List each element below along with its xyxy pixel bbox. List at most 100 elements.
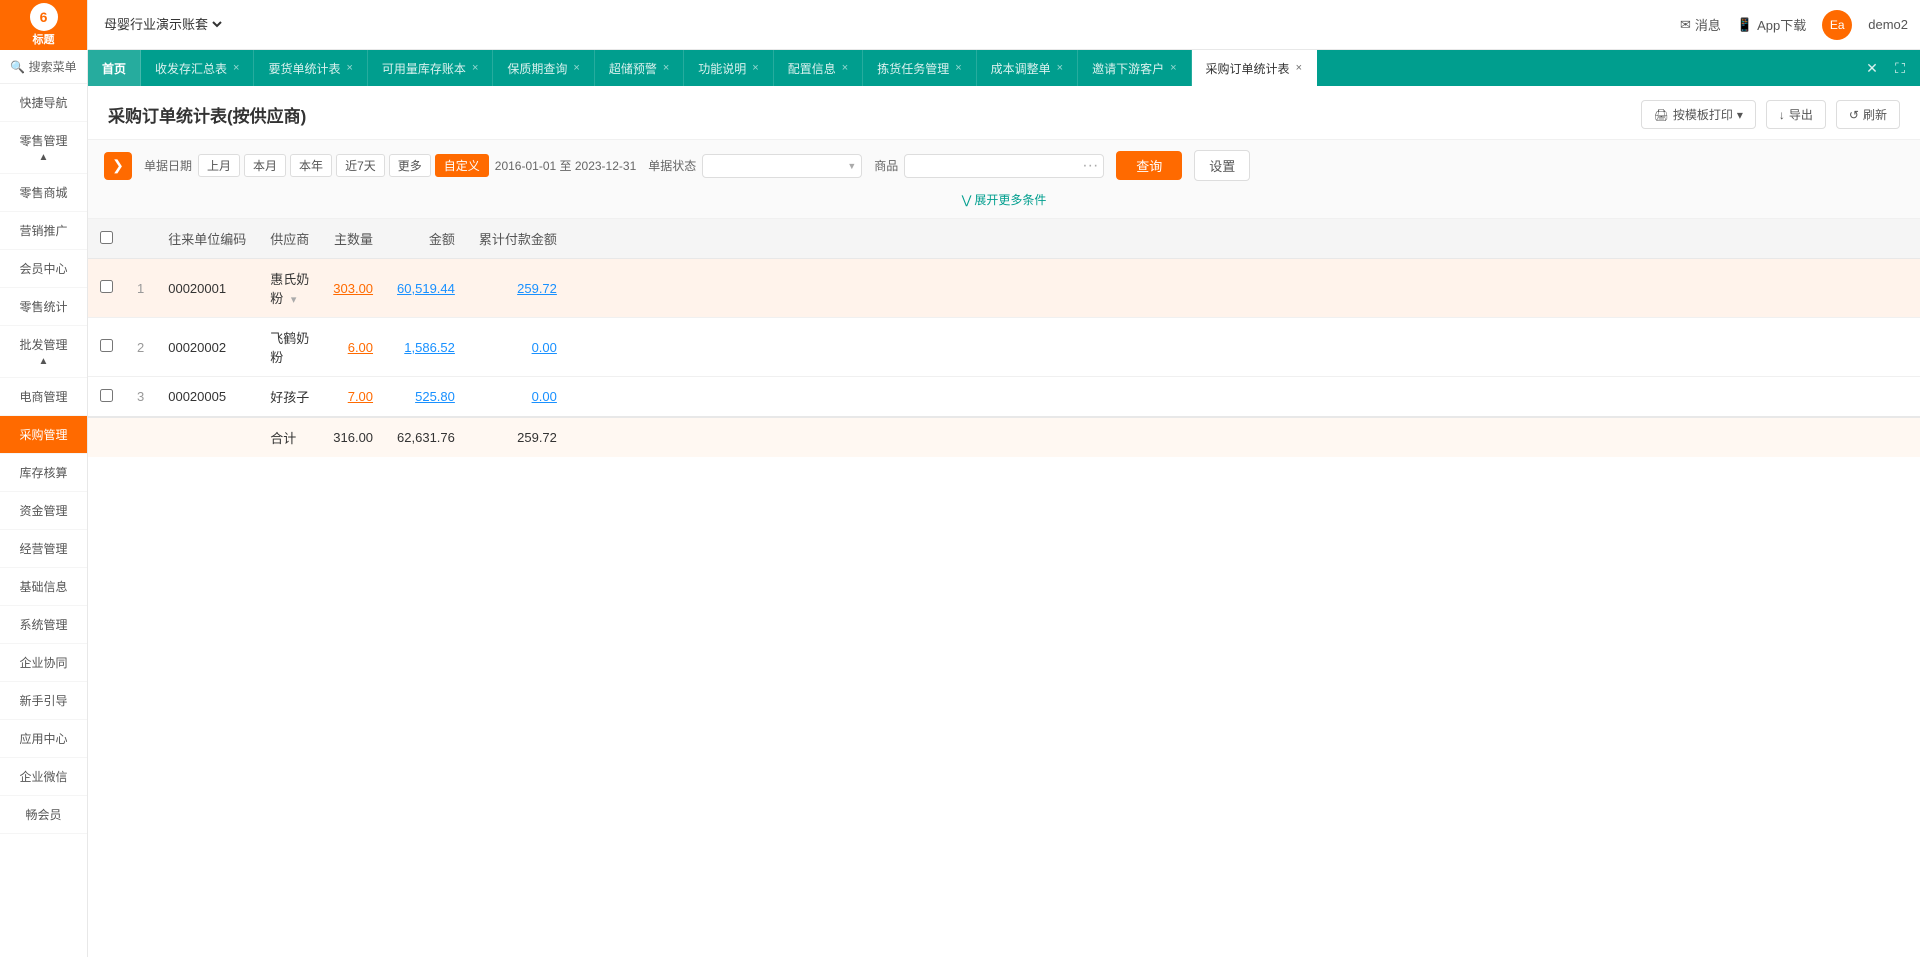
- tab-warranty-query-close[interactable]: ×: [573, 62, 579, 74]
- app-download-btn[interactable]: 📱 App下载: [1737, 15, 1806, 34]
- sidebar-item-retail-mall[interactable]: 零售商城: [0, 174, 87, 212]
- tab-cost-adjust-close[interactable]: ×: [1057, 62, 1063, 74]
- ecommerce-mgmt-label: 电商管理: [19, 388, 67, 405]
- sidebar-search[interactable]: 🔍 搜索菜单: [0, 50, 87, 84]
- sidebar-item-purchase-mgmt[interactable]: 采购管理: [0, 416, 87, 454]
- tab-config-info-close[interactable]: ×: [842, 62, 848, 74]
- tab-invite-downstream[interactable]: 邀请下游客户 ×: [1078, 50, 1191, 86]
- tab-warranty-query[interactable]: 保质期查询 ×: [493, 50, 594, 86]
- print-btn[interactable]: 🖨 按模板打印 ▾: [1641, 100, 1756, 129]
- tab-available-inventory-close[interactable]: ×: [472, 62, 478, 74]
- goods-input-more-icon[interactable]: ···: [1082, 157, 1098, 175]
- sidebar-item-finance[interactable]: 资金管理: [0, 492, 87, 530]
- purchase-stats-table: 往来单位编码 供应商 主数量 金额 累计付款金额 1 0002000: [88, 219, 1920, 457]
- settings-btn[interactable]: 设置: [1194, 150, 1250, 181]
- sidebar-item-enterprise-wechat[interactable]: 企业微信: [0, 758, 87, 796]
- tab-invite-downstream-close[interactable]: ×: [1170, 62, 1176, 74]
- date-btn-this-year[interactable]: 本年: [290, 154, 332, 177]
- sidebar-item-vip-member[interactable]: 畅会员: [0, 796, 87, 834]
- sidebar-item-enterprise[interactable]: 企业协同: [0, 644, 87, 682]
- tab-function-desc-close[interactable]: ×: [752, 62, 758, 74]
- footer-supplier-code: [156, 417, 258, 457]
- company-select[interactable]: 母婴行业演示账套: [100, 16, 225, 33]
- col-num: [125, 219, 156, 259]
- tab-available-inventory-label: 可用量库存账本: [382, 60, 466, 77]
- filter-toggle-btn[interactable]: ❯: [104, 152, 132, 180]
- tab-close-all-btn[interactable]: ✕: [1860, 56, 1884, 80]
- row-2-checkbox[interactable]: [100, 339, 113, 352]
- new-guide-label: 新手引导: [19, 692, 67, 709]
- messages-btn[interactable]: ✉ 消息: [1680, 15, 1721, 34]
- row-2-num: 2: [125, 318, 156, 377]
- row-1-checkbox[interactable]: [100, 280, 113, 293]
- tab-receive-summary-close[interactable]: ×: [233, 62, 239, 74]
- tab-cost-adjust[interactable]: 成本调整单 ×: [977, 50, 1078, 86]
- tab-invite-downstream-label: 邀请下游客户: [1092, 60, 1164, 77]
- quick-nav-label: 快捷导航: [19, 94, 67, 111]
- row-2-cumulative-paid[interactable]: 0.00: [467, 318, 569, 377]
- table-row: 1 00020001 惠氏奶粉 ▾ 303.00 60,519.44 259.7…: [88, 259, 1920, 318]
- sidebar-item-retail-mgmt[interactable]: 零售管理 ▲: [0, 122, 87, 174]
- sidebar-item-quick-nav[interactable]: 快捷导航: [0, 84, 87, 122]
- col-supplier-name: 供应商: [258, 219, 321, 259]
- tab-purchase-stats[interactable]: 采购订单统计表 ×: [1192, 50, 1317, 86]
- row-3-amount[interactable]: 525.80: [385, 377, 467, 418]
- tab-config-info-label: 配置信息: [788, 60, 836, 77]
- footer-cumulative-paid: 259.72: [467, 417, 569, 457]
- tab-overstock-alert[interactable]: 超储预警 ×: [595, 50, 684, 86]
- tab-receive-summary[interactable]: 收发存汇总表 ×: [141, 50, 254, 86]
- row-2-main-qty[interactable]: 6.00: [321, 318, 385, 377]
- row-1-expand-icon[interactable]: ▾: [291, 294, 297, 306]
- row-2-supplier-name: 飞鹤奶粉: [258, 318, 321, 377]
- sidebar-item-new-guide[interactable]: 新手引导: [0, 682, 87, 720]
- filter-row-expand: ⋁ 展开更多条件: [104, 191, 1904, 208]
- tab-picking-task[interactable]: 拣货任务管理 ×: [863, 50, 976, 86]
- row-1-check[interactable]: [88, 259, 125, 318]
- sidebar-item-operations[interactable]: 经营管理: [0, 530, 87, 568]
- sidebar-item-wholesale-mgmt[interactable]: 批发管理 ▲: [0, 326, 87, 378]
- tab-available-inventory[interactable]: 可用量库存账本 ×: [368, 50, 493, 86]
- date-btn-last-month[interactable]: 上月: [198, 154, 240, 177]
- tab-overstock-alert-close[interactable]: ×: [663, 62, 669, 74]
- status-select[interactable]: 草稿 已确认 已完成: [702, 154, 862, 178]
- select-all-checkbox[interactable]: [100, 231, 113, 244]
- sidebar-item-inventory[interactable]: 库存核算: [0, 454, 87, 492]
- tab-goods-stats-close[interactable]: ×: [346, 62, 352, 74]
- sidebar-item-member-center[interactable]: 会员中心: [0, 250, 87, 288]
- row-1-main-qty[interactable]: 303.00: [321, 259, 385, 318]
- date-btn-this-month[interactable]: 本月: [244, 154, 286, 177]
- tab-function-desc[interactable]: 功能说明 ×: [684, 50, 773, 86]
- export-btn[interactable]: ↓ 导出: [1766, 100, 1826, 129]
- sidebar-item-ecommerce-mgmt[interactable]: 电商管理: [0, 378, 87, 416]
- row-2-amount[interactable]: 1,586.52: [385, 318, 467, 377]
- row-1-cumulative-paid[interactable]: 259.72: [467, 259, 569, 318]
- date-btn-last-7-days[interactable]: 近7天: [336, 154, 385, 177]
- date-btn-custom[interactable]: 自定义: [435, 154, 489, 177]
- query-btn[interactable]: 查询: [1116, 151, 1182, 180]
- sidebar-item-marketing[interactable]: 营销推广: [0, 212, 87, 250]
- tab-config-info[interactable]: 配置信息 ×: [774, 50, 863, 86]
- user-avatar[interactable]: Ea: [1822, 10, 1852, 40]
- goods-input[interactable]: [904, 154, 1104, 178]
- tab-goods-stats[interactable]: 要货单统计表 ×: [254, 50, 367, 86]
- date-btn-more[interactable]: 更多: [389, 154, 431, 177]
- tab-picking-task-close[interactable]: ×: [955, 62, 961, 74]
- row-2-check[interactable]: [88, 318, 125, 377]
- tab-home[interactable]: 首页: [88, 50, 141, 86]
- sidebar-item-system-mgmt[interactable]: 系统管理: [0, 606, 87, 644]
- row-3-checkbox[interactable]: [100, 389, 113, 402]
- table-header-row: 往来单位编码 供应商 主数量 金额 累计付款金额: [88, 219, 1920, 259]
- row-3-main-qty[interactable]: 7.00: [321, 377, 385, 418]
- user-name[interactable]: demo2: [1868, 17, 1908, 32]
- filter-expand-btn[interactable]: ⋁ 展开更多条件: [962, 191, 1047, 208]
- tab-purchase-stats-close[interactable]: ×: [1296, 62, 1302, 74]
- sidebar-item-app-center[interactable]: 应用中心: [0, 720, 87, 758]
- row-3-cumulative-paid[interactable]: 0.00: [467, 377, 569, 418]
- sidebar-item-retail-stats[interactable]: 零售统计: [0, 288, 87, 326]
- search-label: 搜索菜单: [29, 60, 77, 74]
- tab-maximize-btn[interactable]: ⛶: [1888, 56, 1912, 80]
- row-3-check[interactable]: [88, 377, 125, 418]
- row-1-amount[interactable]: 60,519.44: [385, 259, 467, 318]
- refresh-btn[interactable]: ↺ 刷新: [1836, 100, 1900, 129]
- sidebar-item-basic-info[interactable]: 基础信息: [0, 568, 87, 606]
